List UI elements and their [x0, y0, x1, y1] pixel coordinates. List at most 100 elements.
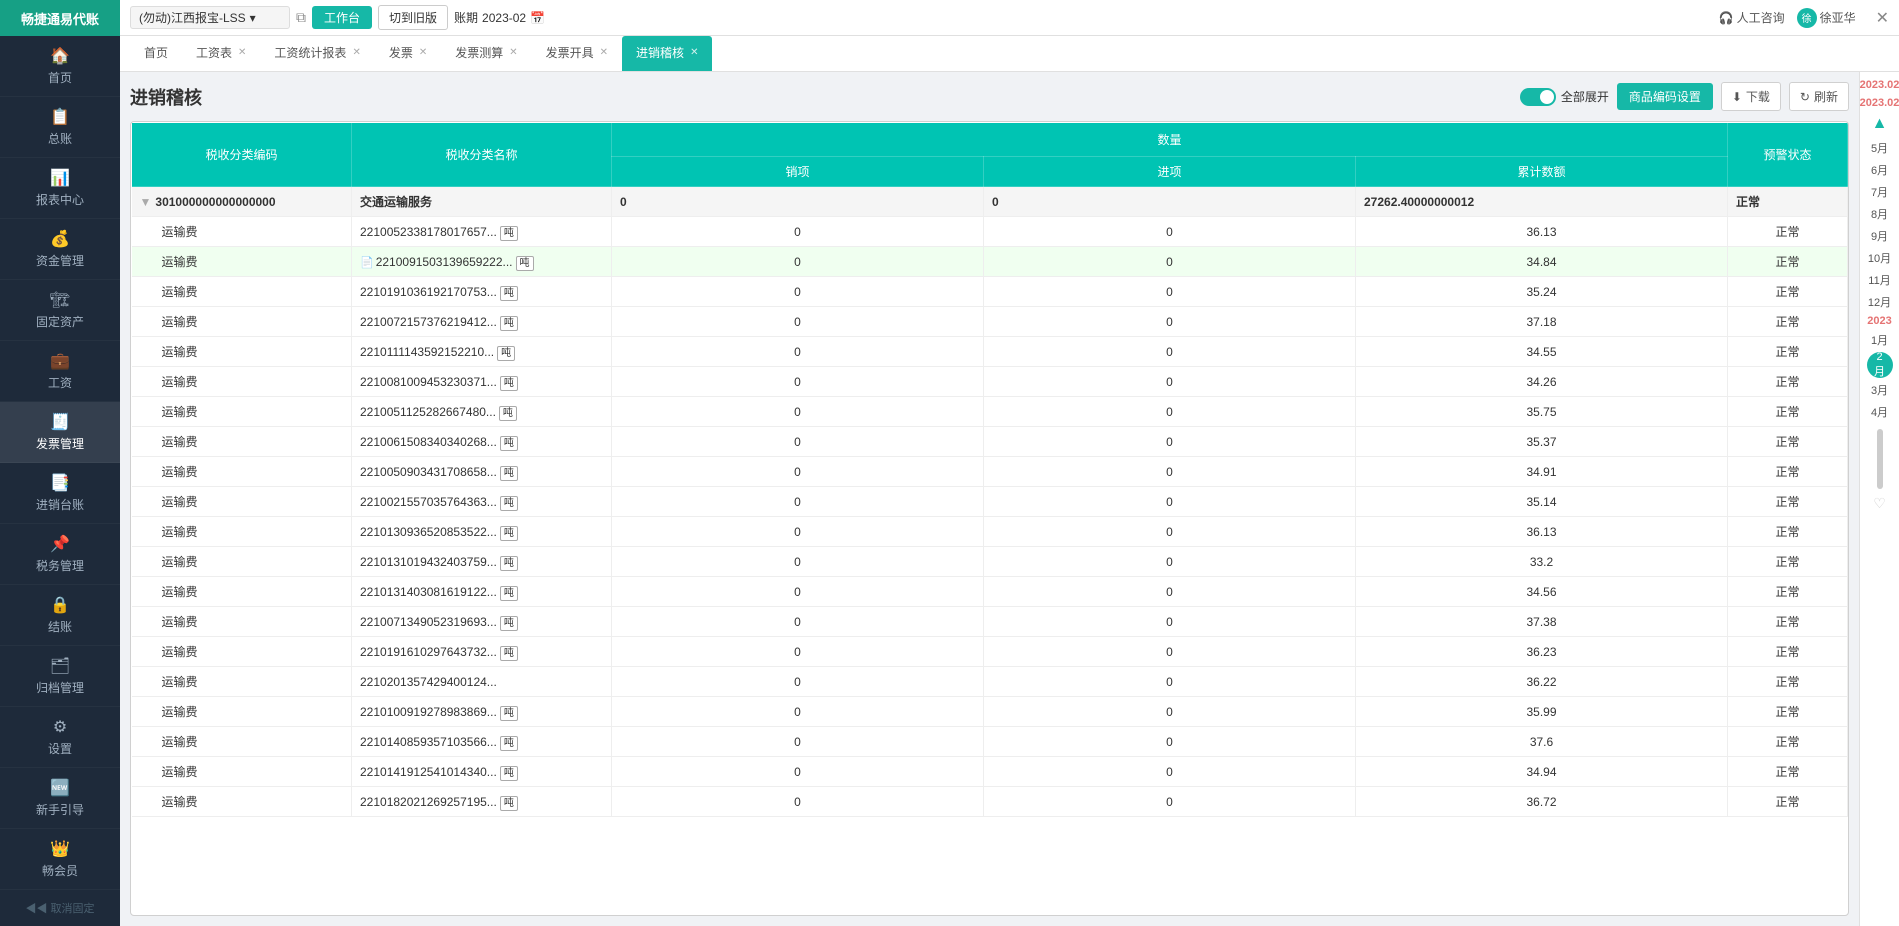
month-item-5月[interactable]: 5月 [1863, 137, 1896, 159]
main-area: (勿动)江西报宝-LSS ▾ ⧉ 工作台 切到旧版 账期 2023-02 📅 🎧… [120, 0, 1899, 926]
sidebar-item-invoice[interactable]: 🧾 发票管理 [0, 402, 120, 463]
copy-icon[interactable]: ⧉ [296, 9, 306, 26]
item-jin-cell: 0 [984, 637, 1356, 667]
item-name-cell: 运输费 [132, 757, 352, 787]
username: 徐亚华 [1820, 9, 1856, 26]
item-jin-cell: 0 [984, 217, 1356, 247]
company-selector[interactable]: (勿动)江西报宝-LSS ▾ [130, 6, 290, 29]
month-item-8月[interactable]: 8月 [1863, 203, 1896, 225]
tab-sales-check[interactable]: 进销稽核 ✕ [622, 36, 712, 71]
item-jin-cell: 0 [984, 547, 1356, 577]
item-jin-cell: 0 [984, 427, 1356, 457]
settings-button[interactable]: 商品编码设置 [1617, 83, 1713, 110]
sidebar-item-archive[interactable]: 🗂 归档管理 [0, 646, 120, 707]
item-xiao-cell: 0 [612, 217, 984, 247]
unpin-button[interactable]: ◀◀ 取消固定 [0, 890, 120, 926]
item-jin-cell: 0 [984, 337, 1356, 367]
item-leiji-cell: 35.24 [1356, 277, 1728, 307]
page-header: 进销稽核 全部展开 商品编码设置 ⬇ 下载 ↻ 刷新 [130, 82, 1849, 111]
item-code-cell: 2210111143592152210...吨 [352, 337, 612, 367]
month-item-6月[interactable]: 6月 [1863, 159, 1896, 181]
tab-close-invoice-calc[interactable]: ✕ [509, 47, 517, 58]
tab-invoice-open[interactable]: 发票开具 ✕ [532, 36, 622, 71]
user-info: 徐 徐亚华 [1797, 8, 1856, 28]
tab-home[interactable]: 首页 [130, 36, 182, 71]
sidebar-item-member[interactable]: 👑 畅会员 [0, 829, 120, 890]
col-jin-header: 进项 [984, 157, 1356, 187]
month-item-12月[interactable]: 12月 [1863, 291, 1896, 313]
sidebar-item-assets[interactable]: 🏗 固定资产 [0, 280, 120, 341]
sidebar-item-sales-ledger[interactable]: 📑 进销台账 [0, 463, 120, 524]
item-name-cell: 运输费 [132, 247, 352, 277]
tab-close-invoice[interactable]: ✕ [419, 47, 427, 58]
page-title: 进销稽核 [130, 84, 202, 110]
month-item-3月[interactable]: 3月 [1863, 379, 1896, 401]
tab-close-sales-check[interactable]: ✕ [690, 47, 698, 58]
download-button[interactable]: ⬇ 下载 [1721, 82, 1781, 111]
item-leiji-cell: 34.26 [1356, 367, 1728, 397]
item-name-cell: 运输费 [132, 787, 352, 817]
item-leiji-cell: 35.14 [1356, 487, 1728, 517]
sidebar-item-label: 资金管理 [36, 252, 84, 269]
expand-label: 全部展开 [1561, 88, 1609, 105]
workbench-button[interactable]: 工作台 [312, 6, 372, 29]
service-link[interactable]: 🎧 人工咨询 [1719, 9, 1785, 26]
sidebar-item-ledger[interactable]: 📋 总账 [0, 97, 120, 158]
sidebar-item-closing[interactable]: 🔒 结账 [0, 585, 120, 646]
sidebar-item-salary[interactable]: 💼 工资 [0, 341, 120, 402]
item-xiao-cell: 0 [612, 577, 984, 607]
tab-salary-table[interactable]: 工资表 ✕ [182, 36, 260, 71]
dropdown-icon: ▾ [250, 11, 256, 25]
item-xiao-cell: 0 [612, 667, 984, 697]
member-icon: 👑 [50, 839, 70, 859]
month-item-9月[interactable]: 9月 [1863, 225, 1896, 247]
month-item-7月[interactable]: 7月 [1863, 181, 1896, 203]
tab-close-salary-table[interactable]: ✕ [238, 47, 246, 58]
panel-up-arrow[interactable]: ▲ [1870, 113, 1890, 135]
tab-salary-stats[interactable]: 工资统计报表 ✕ [260, 36, 374, 71]
col-leiji-header: 累计数额 [1356, 157, 1728, 187]
item-code-cell: 2210201357429400124... [352, 667, 612, 697]
sidebar-item-funds[interactable]: 💰 资金管理 [0, 219, 120, 280]
sidebar-item-label: 发票管理 [36, 435, 84, 452]
expand-toggle[interactable] [1520, 88, 1556, 106]
item-name-cell: 运输费 [132, 217, 352, 247]
close-button[interactable]: ✕ [1876, 8, 1889, 28]
sidebar-item-home[interactable]: 🏠 首页 [0, 36, 120, 97]
calendar-icon[interactable]: 📅 [530, 11, 545, 25]
item-status-cell: 正常 [1728, 217, 1848, 247]
item-name-cell: 运输费 [132, 637, 352, 667]
refresh-button[interactable]: ↻ 刷新 [1789, 82, 1849, 111]
month-item-10月[interactable]: 10月 [1863, 247, 1896, 269]
sidebar-item-tax[interactable]: 📌 税务管理 [0, 524, 120, 585]
item-status-cell: 正常 [1728, 457, 1848, 487]
tab-invoice-calc[interactable]: 发票测算 ✕ [441, 36, 531, 71]
tab-close-salary-stats[interactable]: ✕ [352, 47, 360, 58]
item-status-cell: 正常 [1728, 577, 1848, 607]
month-item-1月[interactable]: 1月 [1863, 329, 1896, 351]
period-value: 2023-02 [482, 11, 526, 25]
item-code-cell: 2210130936520853522...吨 [352, 517, 612, 547]
tab-close-invoice-open[interactable]: ✕ [600, 47, 608, 58]
sidebar-item-settings[interactable]: ⚙ 设置 [0, 707, 120, 768]
sidebar-item-label: 工资 [48, 374, 72, 391]
item-leiji-cell: 37.6 [1356, 727, 1728, 757]
month-item-11月[interactable]: 11月 [1863, 269, 1896, 291]
group-xiao-cell: 0 [612, 187, 984, 217]
sidebar-item-reports[interactable]: 📊 报表中心 [0, 158, 120, 219]
scroll-indicator [1877, 429, 1883, 489]
tab-invoice[interactable]: 发票 ✕ [375, 36, 441, 71]
item-leiji-cell: 35.99 [1356, 697, 1728, 727]
item-status-cell: 正常 [1728, 757, 1848, 787]
item-status-cell: 正常 [1728, 787, 1848, 817]
closing-icon: 🔒 [50, 595, 70, 615]
item-name-cell: 运输费 [132, 667, 352, 697]
switch-version-button[interactable]: 切到旧版 [378, 5, 448, 30]
expand-toggle-wrap: 全部展开 [1520, 88, 1609, 106]
sidebar-item-guide[interactable]: 🆕 新手引导 [0, 768, 120, 829]
item-name-cell: 运输费 [132, 427, 352, 457]
month-item-4月[interactable]: 4月 [1863, 401, 1896, 423]
month-item-2月[interactable]: 2月 [1867, 352, 1893, 378]
heart-icon[interactable]: ♡ [1873, 495, 1886, 512]
item-jin-cell: 0 [984, 487, 1356, 517]
